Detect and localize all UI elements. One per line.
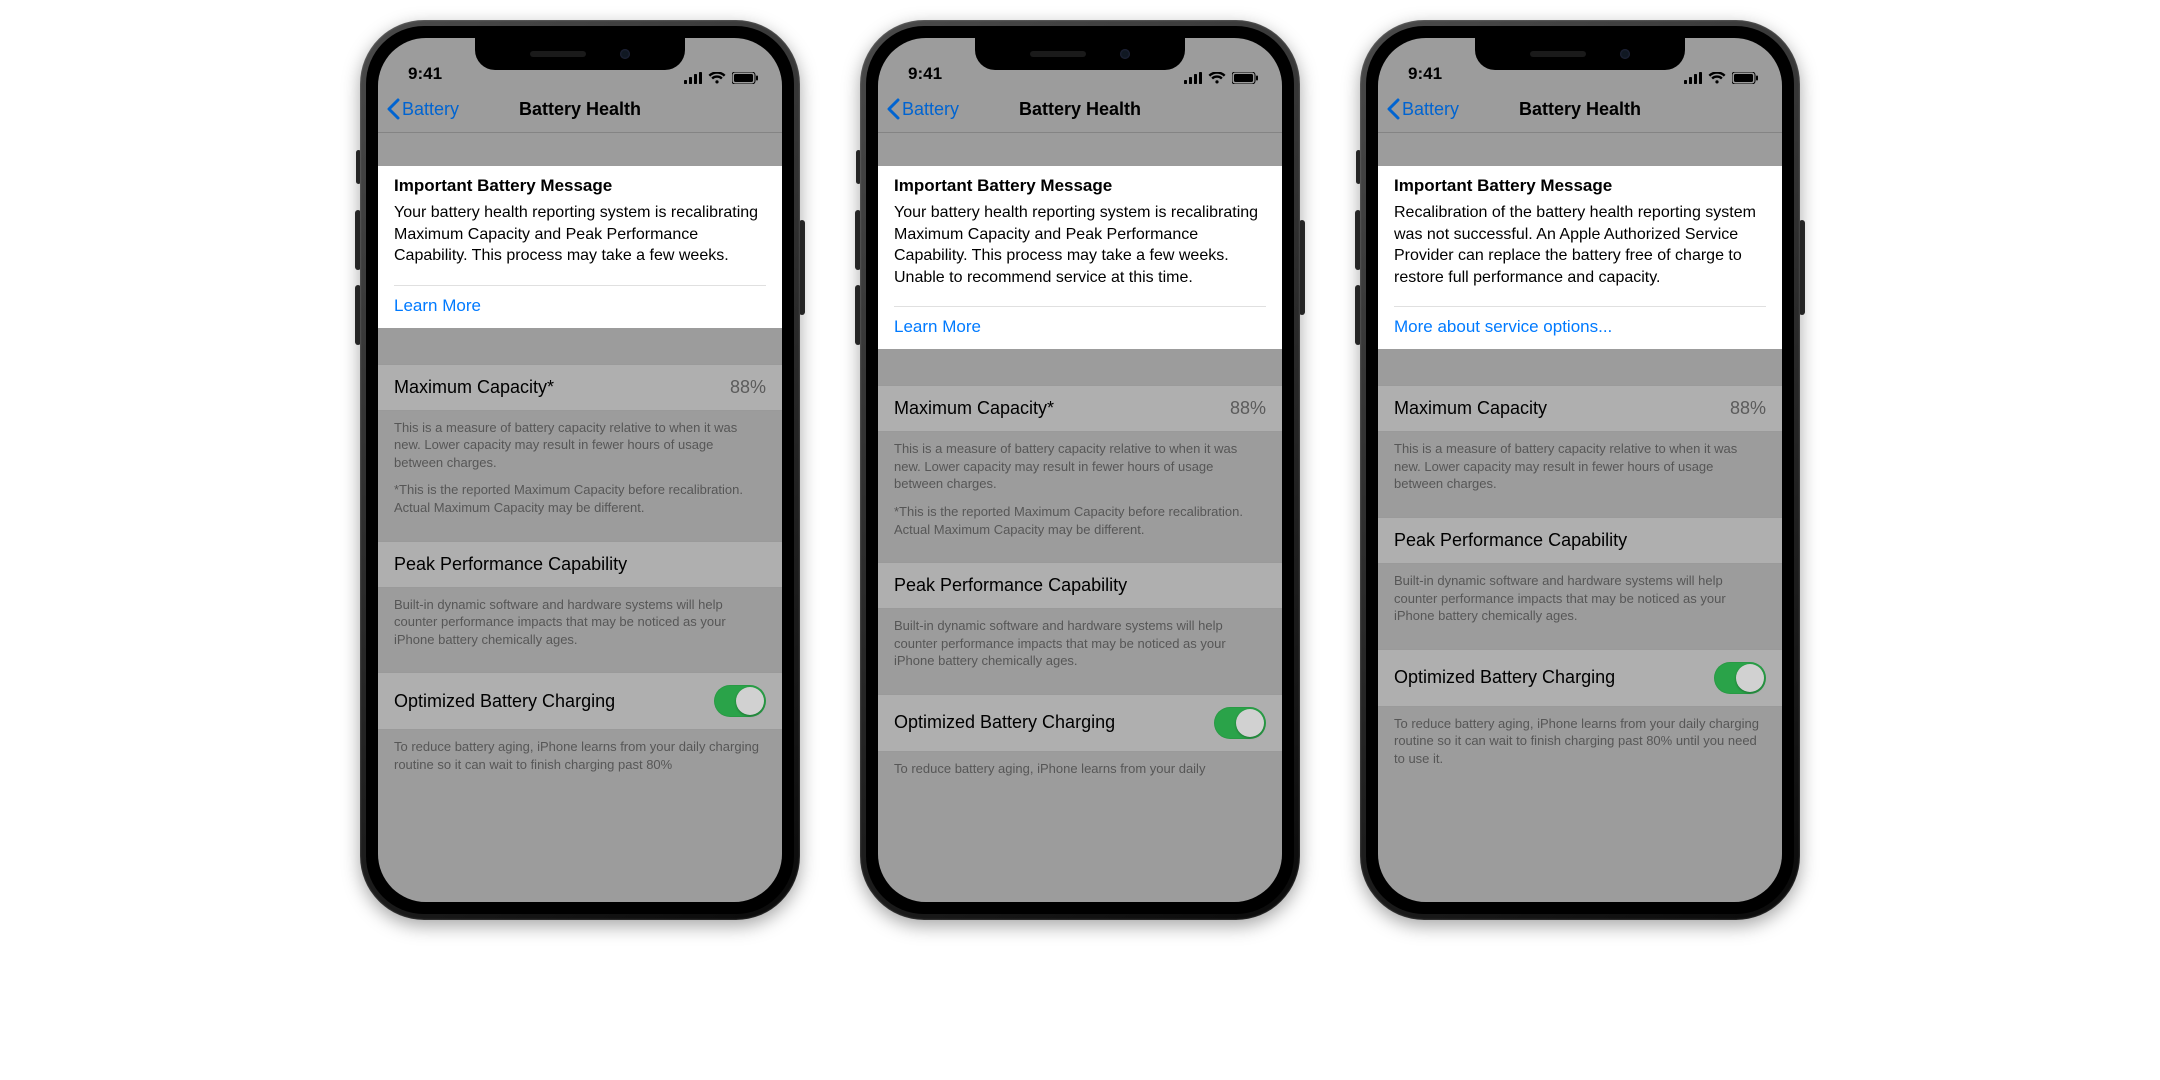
nav-bar: Battery Battery Health (878, 86, 1282, 133)
cellular-signal-icon (684, 72, 702, 84)
wifi-icon (1708, 72, 1726, 84)
max-capacity-row[interactable]: Maximum Capacity 88% (1378, 385, 1782, 432)
important-message-card: Important Battery Message Your battery h… (878, 166, 1282, 349)
max-capacity-value: 88% (1730, 398, 1766, 419)
back-label: Battery (402, 99, 459, 120)
screen: 9:41 Battery Ba (378, 38, 782, 902)
optimized-charging-footer: To reduce battery aging, iPhone learns f… (878, 752, 1282, 802)
optimized-charging-footer: To reduce battery aging, iPhone learns f… (378, 730, 782, 797)
max-capacity-label: Maximum Capacity* (894, 398, 1054, 419)
peak-performance-footer: Built-in dynamic software and hardware s… (1378, 564, 1782, 649)
max-capacity-footer: This is a measure of battery capacity re… (1378, 432, 1782, 517)
notch (475, 38, 685, 70)
notch (1475, 38, 1685, 70)
important-message-card: Important Battery Message Recalibration … (1378, 166, 1782, 349)
content[interactable]: Important Battery Message Your battery h… (878, 130, 1282, 902)
screen: 9:41 Battery Battery Health Imp (878, 38, 1282, 902)
peak-performance-footer: Built-in dynamic software and hardware s… (878, 609, 1282, 694)
battery-icon (1732, 72, 1758, 84)
max-capacity-value: 88% (1230, 398, 1266, 419)
important-message-card: Important Battery Message Your battery h… (378, 166, 782, 328)
max-capacity-label: Maximum Capacity (1394, 398, 1547, 419)
cellular-signal-icon (1184, 72, 1202, 84)
learn-more-link[interactable]: Learn More (878, 307, 1282, 349)
back-button[interactable]: Battery (1378, 98, 1459, 120)
message-title: Important Battery Message (394, 176, 766, 196)
optimized-charging-label: Optimized Battery Charging (894, 712, 1115, 733)
optimized-charging-row[interactable]: Optimized Battery Charging (878, 694, 1282, 752)
max-capacity-value: 88% (730, 377, 766, 398)
optimized-charging-row[interactable]: Optimized Battery Charging (1378, 649, 1782, 707)
peak-performance-row[interactable]: Peak Performance Capability (378, 541, 782, 588)
message-body: Your battery health reporting system is … (894, 202, 1266, 288)
content[interactable]: Important Battery Message Recalibration … (1378, 130, 1782, 902)
max-capacity-row[interactable]: Maximum Capacity* 88% (878, 385, 1282, 432)
peak-performance-label: Peak Performance Capability (394, 554, 627, 575)
wifi-icon (708, 72, 726, 84)
battery-icon (732, 72, 758, 84)
phone-1: 9:41 Battery Ba (360, 20, 800, 920)
status-time: 9:41 (408, 64, 442, 84)
peak-performance-footer: Built-in dynamic software and hardware s… (378, 588, 782, 673)
peak-performance-row[interactable]: Peak Performance Capability (878, 562, 1282, 609)
wifi-icon (1208, 72, 1226, 84)
message-title: Important Battery Message (894, 176, 1266, 196)
optimized-charging-row[interactable]: Optimized Battery Charging (378, 672, 782, 730)
optimized-charging-toggle[interactable] (1214, 707, 1266, 739)
back-button[interactable]: Battery (878, 98, 959, 120)
message-title: Important Battery Message (1394, 176, 1766, 196)
cellular-signal-icon (1684, 72, 1702, 84)
peak-performance-row[interactable]: Peak Performance Capability (1378, 517, 1782, 564)
message-body: Your battery health reporting system is … (394, 202, 766, 267)
back-label: Battery (1402, 99, 1459, 120)
peak-performance-label: Peak Performance Capability (1394, 530, 1627, 551)
optimized-charging-footer: To reduce battery aging, iPhone learns f… (1378, 707, 1782, 792)
max-capacity-label: Maximum Capacity* (394, 377, 554, 398)
chevron-left-icon (1386, 98, 1400, 120)
max-capacity-footer: This is a measure of battery capacity re… (878, 432, 1282, 562)
service-options-link[interactable]: More about service options... (1378, 307, 1782, 349)
back-button[interactable]: Battery (378, 98, 459, 120)
status-time: 9:41 (908, 64, 942, 84)
max-capacity-footer: This is a measure of battery capacity re… (378, 411, 782, 541)
optimized-charging-label: Optimized Battery Charging (1394, 667, 1615, 688)
chevron-left-icon (386, 98, 400, 120)
back-label: Battery (902, 99, 959, 120)
screen: 9:41 Battery Battery Health Imp (1378, 38, 1782, 902)
learn-more-link[interactable]: Learn More (378, 286, 782, 328)
message-body: Recalibration of the battery health repo… (1394, 202, 1766, 288)
status-time: 9:41 (1408, 64, 1442, 84)
notch (975, 38, 1185, 70)
optimized-charging-label: Optimized Battery Charging (394, 691, 615, 712)
max-capacity-row[interactable]: Maximum Capacity* 88% (378, 364, 782, 411)
battery-icon (1232, 72, 1258, 84)
nav-bar: Battery Battery Health (378, 86, 782, 133)
chevron-left-icon (886, 98, 900, 120)
phone-2: 9:41 Battery Battery Health Imp (860, 20, 1300, 920)
optimized-charging-toggle[interactable] (714, 685, 766, 717)
nav-bar: Battery Battery Health (1378, 86, 1782, 133)
optimized-charging-toggle[interactable] (1714, 662, 1766, 694)
phone-3: 9:41 Battery Battery Health Imp (1360, 20, 1800, 920)
content[interactable]: Important Battery Message Your battery h… (378, 130, 782, 902)
peak-performance-label: Peak Performance Capability (894, 575, 1127, 596)
